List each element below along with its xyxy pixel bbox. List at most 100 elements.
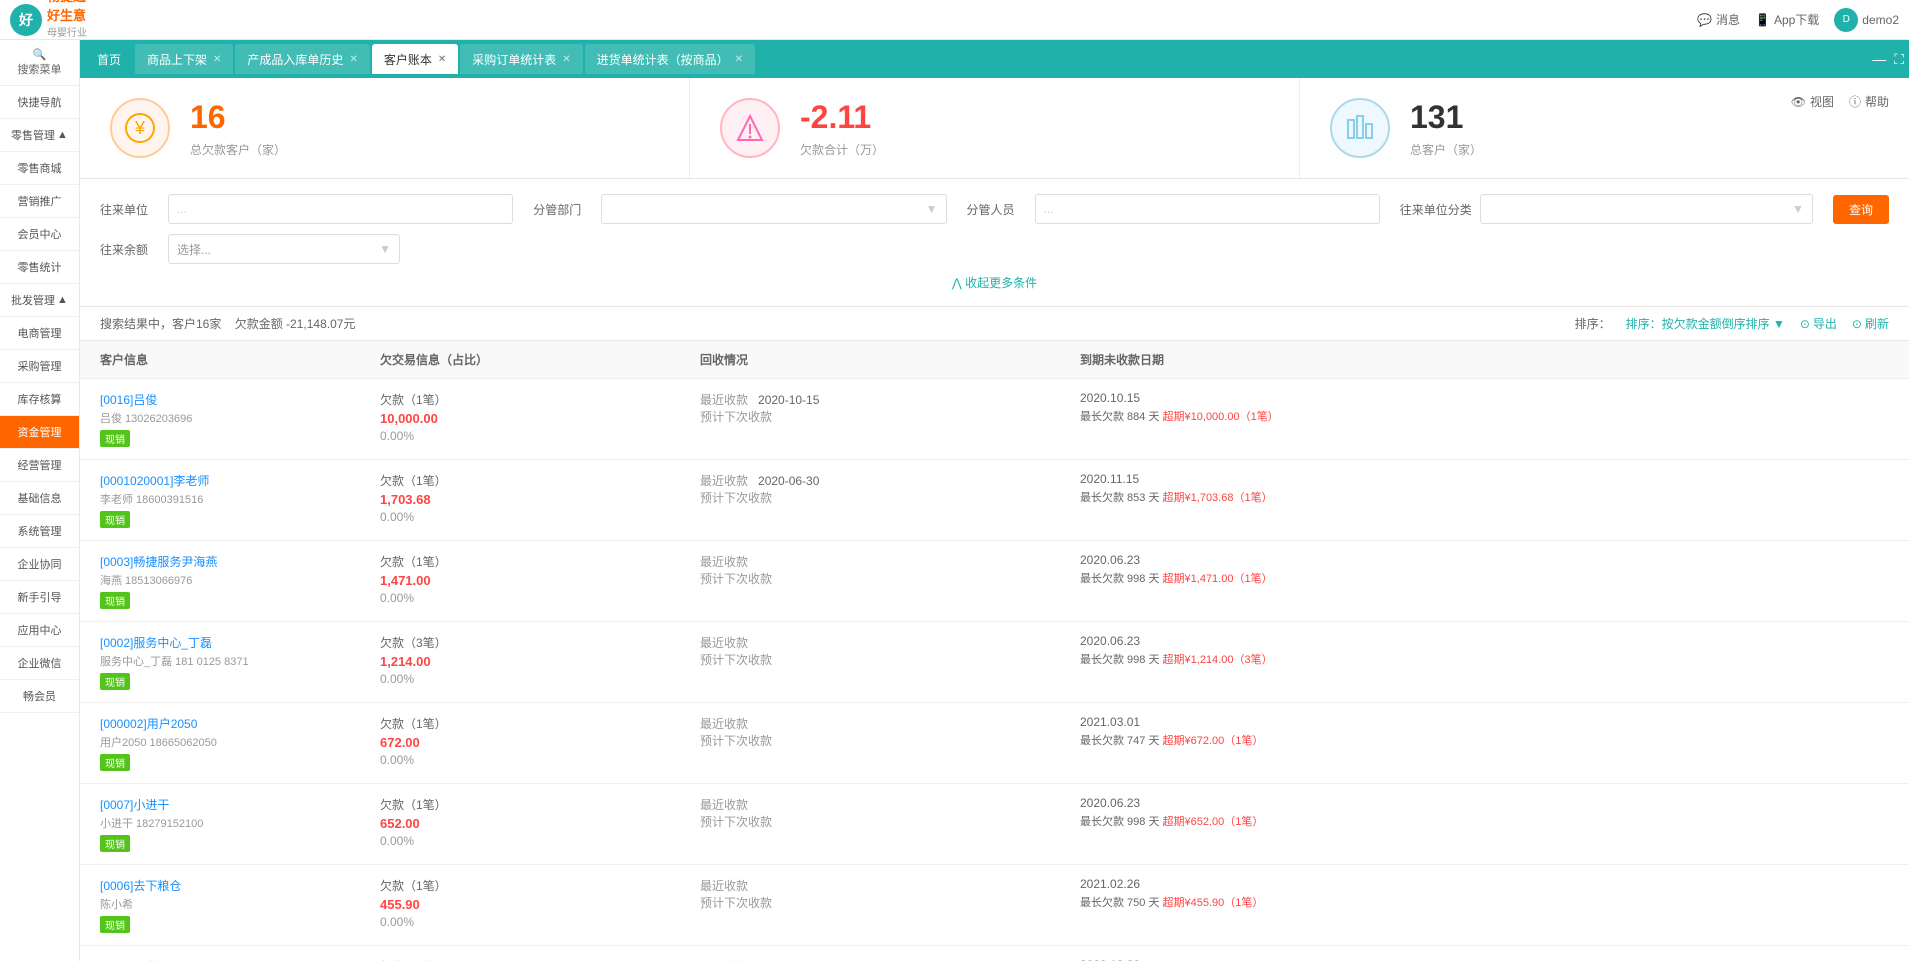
overdue-amount-link-2[interactable]: 超期¥1,471.00（1笔） [1163, 573, 1273, 585]
sidebar-item-operations[interactable]: 经营管理 [0, 449, 79, 482]
app-logo-text: 畅捷通好生意 [47, 0, 90, 24]
tab-purchase-stats[interactable]: 采购订单统计表 ✕ [460, 44, 582, 74]
filter-input-person[interactable]: ... [1035, 194, 1380, 224]
results-info: 搜索结果中，客户16家 欠款金额 -21,148.07元 [100, 315, 355, 332]
sidebar-item-finance[interactable]: 资金管理 [0, 416, 79, 449]
tab-minimize-icon[interactable]: — [1872, 51, 1886, 67]
overdue-amount-link-3[interactable]: 超期¥1,214.00（3笔） [1163, 654, 1273, 666]
sidebar-item-wechat[interactable]: 企业微信 [0, 647, 79, 680]
sidebar-item-quick-nav: 快捷导航 [0, 86, 79, 119]
tab-product-offline[interactable]: 商品上下架 ✕ [135, 44, 233, 74]
tab-purchase-by-product[interactable]: 进货单统计表（按商品） ✕ [585, 44, 755, 74]
sidebar-search[interactable]: 🔍 搜索菜单 [0, 40, 79, 86]
sidebar-item-app-center[interactable]: 应用中心 [0, 614, 79, 647]
collapse-button[interactable]: ⋀ 收起更多条件 [952, 276, 1037, 290]
tab-product-history[interactable]: 产成品入库单历史 ✕ [235, 44, 369, 74]
next-recovery-5: 预计下次收款 [700, 813, 1080, 830]
overdue-amount-link-0[interactable]: 超期¥10,000.00（1笔） [1163, 411, 1279, 423]
tab-customer-account[interactable]: 客户账本 ✕ [372, 44, 458, 74]
sidebar-item-batch-mgmt[interactable]: 批发管理 ▲ [0, 284, 79, 317]
customer-name-1[interactable]: [0001020001]李老师 [100, 472, 380, 489]
overdue-info-4: 最长欠款 747 天 超期¥672.00（1笔） [1080, 732, 1889, 748]
sidebar-item-system[interactable]: 系统管理 [0, 515, 79, 548]
stat-label-debt: 欠款合计（万） [800, 141, 884, 158]
overdue-amount-link-1[interactable]: 超期¥1,703.68（1笔） [1163, 492, 1273, 504]
customer-name-6[interactable]: [0006]去下粮仓 [100, 877, 380, 894]
sidebar-item-member2[interactable]: 畅会员 [0, 680, 79, 713]
refresh-btn[interactable]: ⊙ 刷新 [1852, 315, 1889, 332]
filter-label-category: 往来单位分类 [1400, 201, 1472, 218]
sidebar-item-retail-mgmt[interactable]: 零售管理 ▲ [0, 119, 79, 152]
app-download-btn[interactable]: 📱 App下载 [1755, 11, 1819, 28]
header-debt: 欠交易信息（占比） [380, 351, 700, 368]
filter-input-person-dots: ... [1044, 202, 1054, 216]
tab-maximize-icon[interactable]: ⛶ [1894, 51, 1904, 68]
next-recovery-6: 预计下次收款 [700, 894, 1080, 911]
recovery-info-5: 最近收款 [700, 796, 1080, 813]
overdue-info-1: 最长欠款 853 天 超期¥1,703.68（1笔） [1080, 489, 1889, 505]
overdue-amount-link-6[interactable]: 超期¥455.90（1笔） [1163, 897, 1264, 909]
customer-contact-1: 李老师 18600391516 [100, 491, 380, 507]
stat-value-customers: 16 [190, 99, 286, 136]
sidebar-item-member[interactable]: 会员中心 [0, 218, 79, 251]
filter-row-1: 往来单位 ... 分管部门 ▼ [100, 194, 1889, 224]
customer-tag-4: 现销 [100, 754, 130, 771]
tab-close-purchase-stats[interactable]: ✕ [562, 54, 570, 65]
app-logo: 好 [10, 4, 42, 36]
sidebar-item-retail-mall[interactable]: 零售商城 [0, 152, 79, 185]
message-btn[interactable]: 💬 消息 [1697, 11, 1740, 28]
customer-name-4[interactable]: [000002]用户2050 [100, 715, 380, 732]
cell-customer-6: [0006]去下粮仓 陈小希 现销 [100, 877, 380, 933]
sidebar-item-retail-stats[interactable]: 零售统计 [0, 251, 79, 284]
export-btn[interactable]: ⊙ 导出 [1800, 315, 1837, 332]
view-btn[interactable]: 👁 视图 [1791, 93, 1834, 110]
debt-count-2: 欠款（1笔） [380, 553, 700, 570]
sidebar-item-purchase[interactable]: 采购管理 [0, 350, 79, 383]
overdue-amount-link-5[interactable]: 超期¥652.00（1笔） [1163, 816, 1264, 828]
table-row: [000001]黄思源 黄思源 13552700226 现销 欠款（1笔） 42… [80, 946, 1909, 961]
tab-home[interactable]: 首页 [85, 44, 133, 74]
main-content: 首页 商品上下架 ✕ 产成品入库单历史 ✕ 客户账本 ✕ 采购订单统计表 ✕ [80, 40, 1909, 961]
collapse-row: ⋀ 收起更多条件 [100, 274, 1889, 291]
tab-close-purchase-by-product[interactable]: ✕ [735, 54, 743, 65]
stat-value-total: 131 [1410, 99, 1482, 136]
chevron-down-icon: ▲ [57, 129, 68, 141]
filter-select-category[interactable]: ▼ [1480, 194, 1813, 224]
customer-name-3[interactable]: [0002]服务中心_丁磊 [100, 634, 380, 651]
help-btn[interactable]: ⓘ 帮助 [1849, 93, 1889, 110]
sidebar-item-ecommerce[interactable]: 电商管理 [0, 317, 79, 350]
recovery-info-0: 最近收款2020-10-15 [700, 391, 1080, 408]
user-menu[interactable]: D demo2 [1834, 8, 1899, 32]
next-recovery-0: 预计下次收款 [700, 408, 1080, 425]
table-row: [0001020001]李老师 李老师 18600391516 现销 欠款（1笔… [80, 460, 1909, 541]
filter-label-dept: 分管部门 [533, 201, 593, 218]
help-icon: ⓘ [1849, 93, 1861, 110]
filter-row-2: 往来余额 选择... ▼ [100, 234, 1889, 264]
message-icon: 💬 [1697, 13, 1712, 27]
next-recovery-3: 预计下次收款 [700, 651, 1080, 668]
sidebar-item-inventory[interactable]: 库存核算 [0, 383, 79, 416]
filter-select-dept[interactable]: ▼ [601, 194, 946, 224]
debt-count-5: 欠款（1笔） [380, 796, 700, 813]
tab-close-product-history[interactable]: ✕ [349, 54, 357, 65]
sort-select[interactable]: 排序：按欠款金额倒序排序 ▼ [1626, 315, 1785, 332]
sidebar-item-marketing[interactable]: 营销推广 [0, 185, 79, 218]
customer-name-0[interactable]: [0016]吕俊 [100, 391, 380, 408]
customer-name-2[interactable]: [0003]畅捷服务尹海燕 [100, 553, 380, 570]
filter-select-balance[interactable]: 选择... ▼ [168, 234, 400, 264]
sidebar-item-guide[interactable]: 新手引导 [0, 581, 79, 614]
sidebar-item-basic-info[interactable]: 基础信息 [0, 482, 79, 515]
tab-close-customer-account[interactable]: ✕ [438, 54, 446, 65]
search-button[interactable]: 查询 [1833, 195, 1889, 224]
filter-item-category: 往来单位分类 ▼ [1400, 194, 1813, 224]
debt-count-6: 欠款（1笔） [380, 877, 700, 894]
filter-input-unit[interactable]: ... [168, 194, 513, 224]
overdue-amount-link-4[interactable]: 超期¥672.00（1笔） [1163, 735, 1264, 747]
cell-debt-0: 欠款（1笔） 10,000.00 0.00% [380, 391, 700, 443]
debt-ratio-1: 0.00% [380, 510, 700, 524]
sidebar-item-enterprise[interactable]: 企业协同 [0, 548, 79, 581]
customer-tag-2: 现销 [100, 592, 130, 609]
customer-name-5[interactable]: [0007]小进干 [100, 796, 380, 813]
tab-close-product-offline[interactable]: ✕ [213, 54, 221, 65]
results-bar: 搜索结果中，客户16家 欠款金额 -21,148.07元 排序： 排序：按欠款金… [80, 307, 1909, 341]
